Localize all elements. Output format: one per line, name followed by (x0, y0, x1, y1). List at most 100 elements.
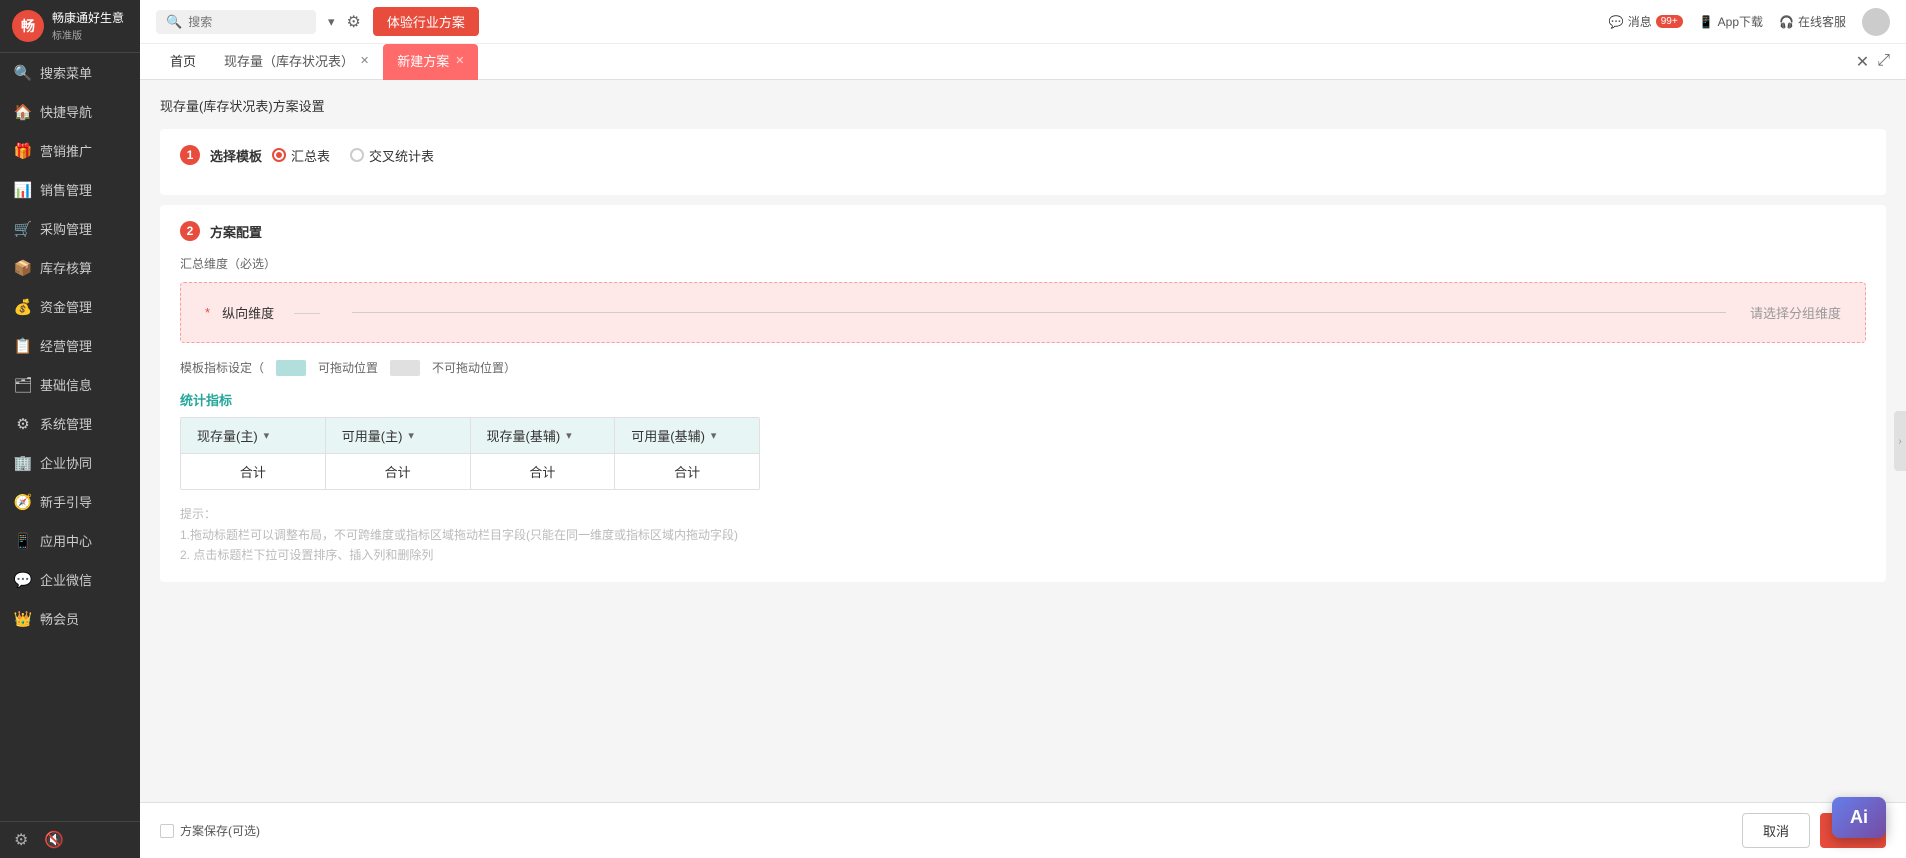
sidebar-item-wechat[interactable]: 💬 企业微信 (0, 560, 140, 599)
step1-header: 1 选择模板 汇总表 交叉统计表 (180, 145, 1866, 165)
sidebar-item-label: 基础信息 (40, 375, 92, 394)
tips-section: 提示： 1.拖动标题栏可以调整布局，不可跨维度或指标区域拖动栏目字段(只能在同一… (180, 505, 1866, 563)
tab-inventory-status[interactable]: 现存量（库存状况表） ✕ (210, 44, 383, 80)
sidebar-item-label: 资金管理 (40, 297, 92, 316)
sidebar-item-search-menu[interactable]: 🔍 搜索菜单 (0, 53, 140, 92)
app-download-icon: 📱 (1699, 15, 1714, 29)
search-box[interactable]: 🔍 (156, 10, 316, 34)
tab-inventory-close-icon[interactable]: ✕ (360, 54, 369, 67)
app-center-icon: 📱 (14, 532, 32, 550)
dimension-hint: 请选择分组维度 (1750, 303, 1841, 322)
stats-header-col-1[interactable]: 可用量(主) ▾ (326, 418, 471, 453)
tip-item-1: 2. 点击标题栏下拉可设置排序、插入列和删除列 (180, 546, 1866, 563)
sidebar-item-enterprise[interactable]: 🏢 企业协同 (0, 443, 140, 482)
dropdown-chevron-icon: ▾ (328, 14, 335, 30)
stats-header-label-0: 现存量(主) (197, 426, 258, 445)
sidebar-item-label: 系统管理 (40, 414, 92, 433)
sidebar-item-label: 新手引导 (40, 492, 92, 511)
messages-button[interactable]: 💬 消息 99+ (1609, 13, 1683, 30)
app-download-label: App下载 (1718, 13, 1763, 30)
app-download-button[interactable]: 📱 App下载 (1699, 13, 1763, 30)
indicator-label: 模板指标设定（ (180, 359, 264, 376)
trial-button[interactable]: 体验行业方案 (373, 7, 479, 36)
messages-label: 消息 (1628, 13, 1652, 30)
sidebar-item-operations[interactable]: 📋 经营管理 (0, 326, 140, 365)
ai-button[interactable]: Ai (1832, 797, 1886, 838)
dimension-pink-area[interactable]: * 纵向维度 —— 请选择分组维度 (180, 282, 1866, 343)
sidebar-item-inventory[interactable]: 📦 库存核算 (0, 248, 140, 287)
wechat-icon: 💬 (14, 571, 32, 589)
tab-home[interactable]: 首页 (156, 44, 210, 80)
search-input[interactable] (188, 15, 306, 29)
sidebar-item-basic-info[interactable]: 🗂 基础信息 (0, 365, 140, 404)
sidebar-item-newbie[interactable]: 🧭 新手引导 (0, 482, 140, 521)
stats-data-cell-0-2: 合计 (471, 454, 616, 489)
mute-bottom-icon[interactable]: 🔇 (44, 830, 64, 850)
content-area: 现存量(库存状况表)方案设置 1 选择模板 汇总表 交叉统计表 (140, 80, 1906, 802)
tabbar-right: ✕ ⤢ (1856, 52, 1890, 72)
chevron-down-icon-1[interactable]: ▾ (408, 429, 414, 442)
chevron-down-icon-3[interactable]: ▾ (711, 429, 717, 442)
settings-bottom-icon[interactable]: ⚙ (14, 830, 28, 850)
save-scheme-label: 方案保存(可选) (180, 822, 260, 839)
step2-badge: 2 (180, 221, 200, 241)
topbar-gear-icon[interactable]: ⚙ (347, 12, 361, 32)
stats-header-label-2: 现存量(基辅) (487, 426, 561, 445)
finance-icon: 💰 (14, 298, 32, 316)
operations-icon: 📋 (14, 337, 32, 355)
newbie-icon: 🧭 (14, 493, 32, 511)
stats-title: 统计指标 (180, 390, 1866, 409)
sidebar-item-label: 应用中心 (40, 531, 92, 550)
sidebar-item-label: 营销推广 (40, 141, 92, 160)
sidebar: 畅 畅康通好生意 标准版 🔍 搜索菜单 🏠 快捷导航 🎁 营销推广 📊 销售管理… (0, 0, 140, 858)
checkbox-box[interactable] (160, 824, 174, 838)
non-draggable-indicator-box (390, 360, 420, 376)
online-service-button[interactable]: 🎧 在线客服 (1779, 13, 1846, 30)
user-avatar[interactable] (1862, 8, 1890, 36)
sidebar-item-marketing[interactable]: 🎁 营销推广 (0, 131, 140, 170)
sidebar-item-label: 快捷导航 (40, 102, 92, 121)
search-menu-icon: 🔍 (14, 64, 32, 82)
cancel-button[interactable]: 取消 (1742, 813, 1810, 848)
enterprise-icon: 🏢 (14, 454, 32, 472)
sidebar-item-label: 搜索菜单 (40, 63, 92, 82)
stats-header-col-3[interactable]: 可用量(基辅) ▾ (615, 418, 759, 453)
tab-home-label: 首页 (170, 51, 196, 70)
tab-expand-icon[interactable]: ⤢ (1877, 52, 1890, 72)
tab-new-scheme-close-icon[interactable]: ✕ (455, 54, 464, 67)
sidebar-item-finance[interactable]: 💰 资金管理 (0, 287, 140, 326)
chevron-down-icon-0[interactable]: ▾ (264, 429, 270, 442)
topbar-dropdown[interactable]: ▾ (328, 14, 335, 30)
sidebar-item-member[interactable]: 👑 畅会员 (0, 599, 140, 638)
sidebar-item-label: 采购管理 (40, 219, 92, 238)
sidebar-item-purchase[interactable]: 🛒 采购管理 (0, 209, 140, 248)
tab-close-icon[interactable]: ✕ (1856, 52, 1869, 72)
stats-header-label-3: 可用量(基辅) (631, 426, 705, 445)
step1-title: 选择模板 (210, 146, 262, 165)
step2-title: 方案配置 (210, 222, 262, 241)
tips-title: 提示： (180, 505, 1866, 522)
sidebar-bottom: ⚙ 🔇 (0, 821, 140, 858)
chevron-down-icon-2[interactable]: ▾ (566, 429, 572, 442)
radio-summary[interactable]: 汇总表 (272, 146, 330, 165)
sidebar-item-system[interactable]: ⚙ 系统管理 (0, 404, 140, 443)
topbar-right: 💬 消息 99+ 📱 App下载 🎧 在线客服 (1609, 8, 1890, 36)
tab-new-scheme-label: 新建方案 (397, 51, 449, 70)
required-mark: * (205, 305, 210, 320)
expand-handle[interactable]: › (1894, 411, 1906, 471)
marketing-icon: 🎁 (14, 142, 32, 160)
tab-new-scheme[interactable]: 新建方案 ✕ (383, 44, 478, 80)
sidebar-item-sales[interactable]: 📊 销售管理 (0, 170, 140, 209)
stats-data-cell-0-3: 合计 (615, 454, 759, 489)
topbar: 🔍 ▾ ⚙ 体验行业方案 💬 消息 99+ 📱 App下载 🎧 在线客服 (140, 0, 1906, 44)
radio-crosstab-label: 交叉统计表 (369, 146, 434, 165)
save-scheme-checkbox[interactable]: 方案保存(可选) (160, 822, 260, 839)
sidebar-item-app-center[interactable]: 📱 应用中心 (0, 521, 140, 560)
sidebar-item-label: 库存核算 (40, 258, 92, 277)
stats-header-col-2[interactable]: 现存量(基辅) ▾ (471, 418, 616, 453)
stats-header-col-0[interactable]: 现存量(主) ▾ (181, 418, 326, 453)
radio-crosstab[interactable]: 交叉统计表 (350, 146, 434, 165)
indicator-row: 模板指标设定（ 可拖动位置 不可拖动位置） (180, 359, 1866, 376)
draggable-indicator-box (276, 360, 306, 376)
sidebar-item-quick-nav[interactable]: 🏠 快捷导航 (0, 92, 140, 131)
